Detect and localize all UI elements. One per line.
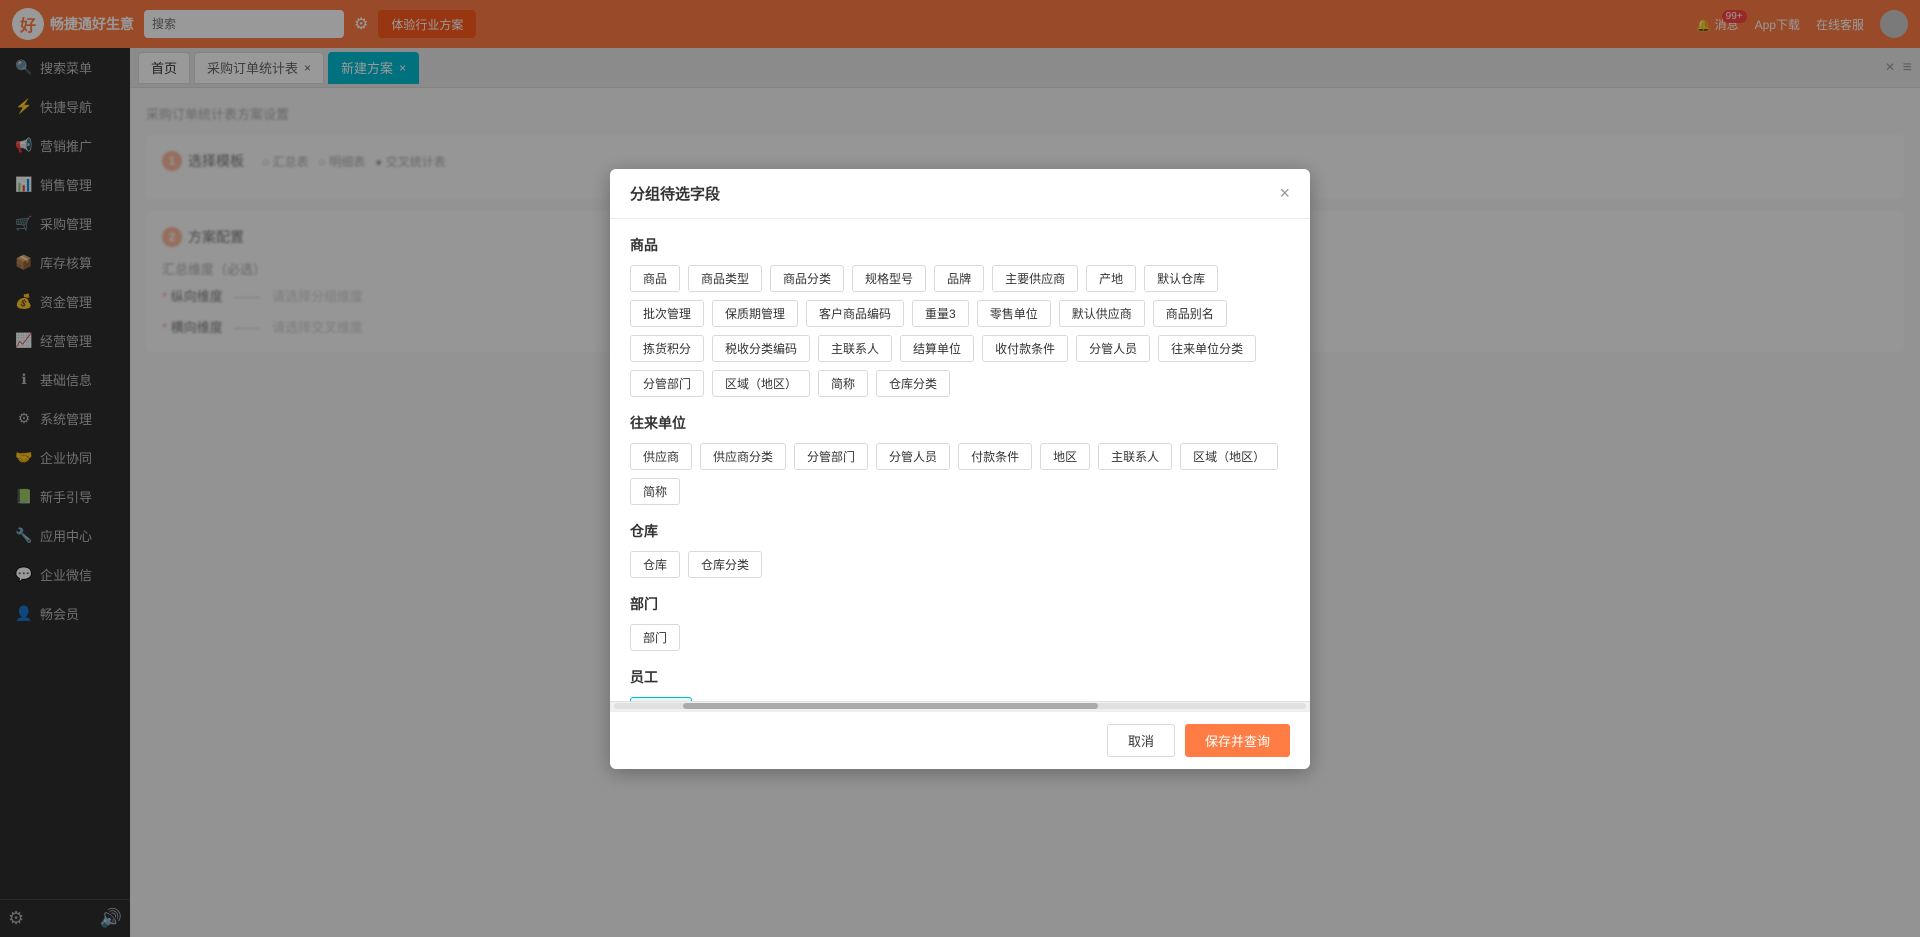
dialog-header: 分组待选字段 ×	[610, 169, 1310, 219]
field-partner-supplier-cat[interactable]: 供应商分类	[700, 443, 786, 470]
field-goods-dept[interactable]: 分管部门	[630, 370, 704, 397]
dialog: 分组待选字段 × 商品 商品 商品类型 商品分类 规格型号 品牌	[610, 169, 1310, 769]
field-warehouse-cat[interactable]: 仓库分类	[688, 551, 762, 578]
field-goods-origin[interactable]: 产地	[1086, 265, 1136, 292]
field-goods-spec[interactable]: 规格型号	[852, 265, 926, 292]
hscroll-thumb	[683, 703, 1098, 709]
field-partner-supplier[interactable]: 供应商	[630, 443, 692, 470]
field-partner-short-name[interactable]: 简称	[630, 478, 680, 505]
dialog-footer: 取消 保存并查询	[610, 711, 1310, 769]
dialog-body[interactable]: 商品 商品 商品类型 商品分类 规格型号 品牌 主要供应商 产地 默认仓库 批次…	[610, 219, 1310, 702]
field-goods-main-supplier[interactable]: 主要供应商	[992, 265, 1078, 292]
field-partner-supervisor[interactable]: 分管人员	[876, 443, 950, 470]
field-goods-settlement-unit[interactable]: 结算单位	[900, 335, 974, 362]
fields-goods: 商品 商品类型 商品分类 规格型号 品牌 主要供应商 产地 默认仓库 批次管理 …	[630, 265, 1290, 397]
field-goods-product[interactable]: 商品	[630, 265, 680, 292]
field-goods-expiry[interactable]: 保质期管理	[712, 300, 798, 327]
field-partner-region[interactable]: 区域（地区）	[1180, 443, 1278, 470]
dialog-hscroll[interactable]	[610, 701, 1310, 710]
field-dept[interactable]: 部门	[630, 624, 680, 651]
field-goods-batch[interactable]: 批次管理	[630, 300, 704, 327]
section-title-partner: 往来单位	[630, 413, 1290, 433]
overlay: 分组待选字段 × 商品 商品 商品类型 商品分类 规格型号 品牌	[130, 88, 1920, 937]
field-goods-weight[interactable]: 重量3	[912, 300, 969, 327]
field-goods-warehouse-cat[interactable]: 仓库分类	[876, 370, 950, 397]
field-goods-short-name[interactable]: 简称	[818, 370, 868, 397]
field-goods-supervisor[interactable]: 分管人员	[1076, 335, 1150, 362]
field-goods-main-contact[interactable]: 主联系人	[818, 335, 892, 362]
field-warehouse[interactable]: 仓库	[630, 551, 680, 578]
section-title-employee: 员工	[630, 667, 1290, 687]
field-goods-type[interactable]: 商品类型	[688, 265, 762, 292]
cancel-button[interactable]: 取消	[1107, 724, 1175, 757]
fields-dept: 部门	[630, 624, 1290, 651]
field-partner-area[interactable]: 地区	[1040, 443, 1090, 470]
field-goods-category[interactable]: 商品分类	[770, 265, 844, 292]
section-title-warehouse: 仓库	[630, 521, 1290, 541]
dialog-close-btn[interactable]: ×	[1279, 183, 1290, 204]
fields-warehouse: 仓库 仓库分类	[630, 551, 1290, 578]
field-goods-payment-terms[interactable]: 收付款条件	[982, 335, 1068, 362]
field-goods-brand[interactable]: 品牌	[934, 265, 984, 292]
field-goods-partner-category[interactable]: 往来单位分类	[1158, 335, 1256, 362]
field-partner-payment-terms[interactable]: 付款条件	[958, 443, 1032, 470]
page-content: 采购订单统计表方案设置 1 选择模板 ○ 汇总表 ○ 明细表 ● 交叉统计表 2…	[130, 88, 1920, 937]
section-title-goods: 商品	[630, 235, 1290, 255]
field-goods-tax-code[interactable]: 税收分类编码	[712, 335, 810, 362]
field-goods-pick-points[interactable]: 拣货积分	[630, 335, 704, 362]
hscroll-track	[614, 703, 1306, 709]
field-goods-customer-code[interactable]: 客户商品编码	[806, 300, 904, 327]
field-partner-contact[interactable]: 主联系人	[1098, 443, 1172, 470]
field-partner-dept[interactable]: 分管部门	[794, 443, 868, 470]
field-goods-default-supplier[interactable]: 默认供应商	[1059, 300, 1145, 327]
confirm-button[interactable]: 保存并查询	[1185, 724, 1290, 757]
fields-partner: 供应商 供应商分类 分管部门 分管人员 付款条件 地区 主联系人 区域（地区） …	[630, 443, 1290, 505]
field-goods-region[interactable]: 区域（地区）	[712, 370, 810, 397]
dialog-title: 分组待选字段	[630, 183, 720, 204]
field-goods-retail-unit[interactable]: 零售单位	[977, 300, 1051, 327]
section-title-dept: 部门	[630, 594, 1290, 614]
content-area: 首页 采购订单统计表 × 新建方案 × × ≡ 采购订单统计表方案设置	[130, 48, 1920, 937]
field-goods-default-warehouse[interactable]: 默认仓库	[1144, 265, 1218, 292]
field-goods-alias[interactable]: 商品别名	[1153, 300, 1227, 327]
